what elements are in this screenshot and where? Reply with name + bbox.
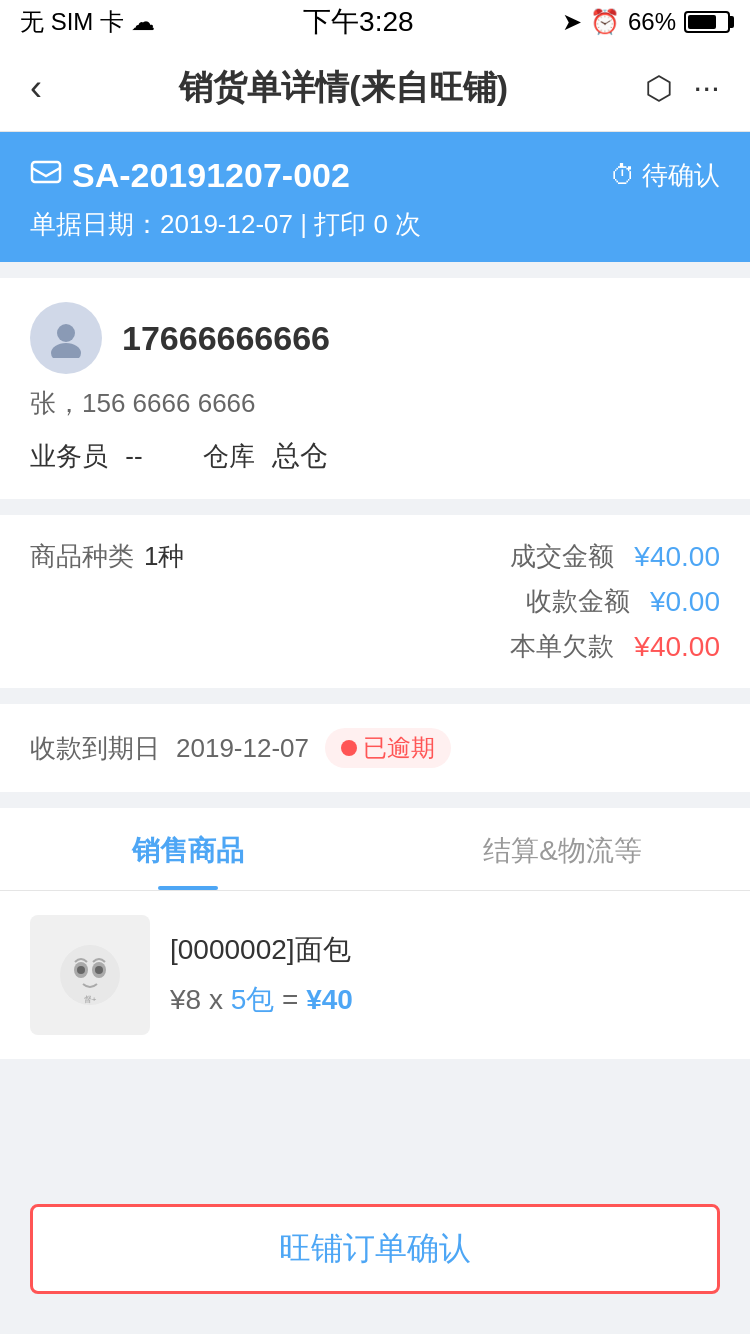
status-time: 下午3:28 xyxy=(303,3,414,41)
status-right: ➤ ⏰ 66% xyxy=(562,8,730,36)
amounts: 成交金额 ¥40.00 收款金额 ¥0.00 本单欠款 ¥40.00 xyxy=(510,539,720,664)
sales-person-val: -- xyxy=(125,441,142,471)
due-section: 收款到期日 2019-12-07 已逾期 xyxy=(0,704,750,792)
nav-bar: ‹ 销货单详情(来自旺铺) ⬡ ··· xyxy=(0,44,750,132)
customer-phone: 17666666666 xyxy=(122,319,330,358)
deal-amount-label: 成交金额 xyxy=(510,539,614,574)
due-date-value: 2019-12-07 xyxy=(176,733,309,764)
svg-rect-0 xyxy=(32,162,60,182)
product-name: [0000002]面包 xyxy=(170,931,720,969)
warehouse-label: 仓库 xyxy=(203,441,255,471)
sim-signal: 无 SIM 卡 ☁ xyxy=(20,6,155,38)
order-id: SA-20191207-002 xyxy=(30,156,350,195)
svg-point-1 xyxy=(57,324,75,342)
status-text: 待确认 xyxy=(642,158,720,193)
back-button[interactable]: ‹ xyxy=(30,67,42,109)
product-thumbnail: 督+ xyxy=(30,915,150,1035)
customer-row: 17666666666 xyxy=(30,302,720,374)
product-formula: ¥8 x 5包 = ¥40 xyxy=(170,981,720,1019)
page-title: 销货单详情(来自旺铺) xyxy=(179,65,508,111)
tabs-row: 销售商品 结算&物流等 xyxy=(0,808,750,891)
svg-point-6 xyxy=(77,966,85,974)
tabs-section: 销售商品 结算&物流等 督+ [0000002]面包 ¥8 xyxy=(0,808,750,1059)
overdue-text: 已逾期 xyxy=(363,732,435,764)
svg-text:督+: 督+ xyxy=(84,995,97,1004)
overdue-dot-icon xyxy=(341,740,357,756)
tab-settlement[interactable]: 结算&物流等 xyxy=(375,808,750,890)
order-date: 单据日期：2019-12-07 | 打印 0 次 xyxy=(30,207,720,242)
tab-sales-products[interactable]: 销售商品 xyxy=(0,808,375,890)
order-status: ⏱ 待确认 xyxy=(610,158,720,193)
alarm-icon: ⏰ xyxy=(590,8,620,36)
receipt-amount-val: ¥0.00 xyxy=(650,586,720,618)
receipt-amount-row: 收款金额 ¥0.00 xyxy=(526,584,720,619)
product-qty: 5包 xyxy=(231,984,275,1015)
svg-point-7 xyxy=(95,966,103,974)
product-item: 督+ [0000002]面包 ¥8 x 5包 = ¥40 xyxy=(0,891,750,1059)
customer-meta: 业务员 -- 仓库 总仓 xyxy=(30,437,720,475)
battery-icon xyxy=(684,11,730,33)
confirm-btn-container: 旺铺订单确认 xyxy=(30,1204,720,1294)
due-date-label: 收款到期日 xyxy=(30,731,160,766)
order-icon xyxy=(30,156,62,195)
confirm-order-button[interactable]: 旺铺订单确认 xyxy=(30,1204,720,1294)
more-button[interactable]: ··· xyxy=(693,69,720,106)
location-icon: ➤ xyxy=(562,8,582,36)
equals-sign: = xyxy=(282,984,306,1015)
due-amount-val: ¥40.00 xyxy=(634,631,720,663)
order-header: SA-20191207-002 ⏱ 待确认 单据日期：2019-12-07 | … xyxy=(0,132,750,262)
product-type: 商品种类 1种 xyxy=(30,539,184,574)
overdue-badge: 已逾期 xyxy=(325,728,451,768)
warehouse: 仓库 总仓 xyxy=(203,437,328,475)
product-type-val: 1种 xyxy=(144,539,184,574)
customer-contact: 张，156 6666 6666 xyxy=(30,386,720,421)
status-left: 无 SIM 卡 ☁ xyxy=(20,6,155,38)
deal-amount-row: 成交金额 ¥40.00 xyxy=(510,539,720,574)
svg-point-2 xyxy=(51,343,81,358)
clock-icon: ⏱ xyxy=(610,160,636,191)
multiply-sign: x xyxy=(209,984,231,1015)
order-header-top: SA-20191207-002 ⏱ 待确认 xyxy=(30,156,720,195)
warehouse-val: 总仓 xyxy=(272,440,328,471)
product-code: [0000002] xyxy=(170,934,295,965)
status-bar: 无 SIM 卡 ☁ 下午3:28 ➤ ⏰ 66% xyxy=(0,0,750,44)
sales-person: 业务员 -- xyxy=(30,439,143,474)
product-price: ¥8 xyxy=(170,984,201,1015)
nav-actions: ⬡ ··· xyxy=(645,69,720,107)
share-button[interactable]: ⬡ xyxy=(645,69,673,107)
sales-person-label: 业务员 xyxy=(30,441,108,471)
amount-section: 商品种类 1种 成交金额 ¥40.00 收款金额 ¥0.00 本单欠款 ¥40.… xyxy=(0,515,750,688)
receipt-amount-label: 收款金额 xyxy=(526,584,630,619)
avatar xyxy=(30,302,102,374)
customer-section: 17666666666 张，156 6666 6666 业务员 -- 仓库 总仓 xyxy=(0,278,750,499)
product-title: 面包 xyxy=(295,934,351,965)
due-amount-label: 本单欠款 xyxy=(510,629,614,664)
product-info: [0000002]面包 ¥8 x 5包 = ¥40 xyxy=(170,931,720,1019)
due-amount-row: 本单欠款 ¥40.00 xyxy=(510,629,720,664)
deal-amount-val: ¥40.00 xyxy=(634,541,720,573)
product-type-label: 商品种类 xyxy=(30,539,134,574)
battery-text: 66% xyxy=(628,8,676,36)
order-id-text: SA-20191207-002 xyxy=(72,156,350,195)
product-total: ¥40 xyxy=(306,984,353,1015)
